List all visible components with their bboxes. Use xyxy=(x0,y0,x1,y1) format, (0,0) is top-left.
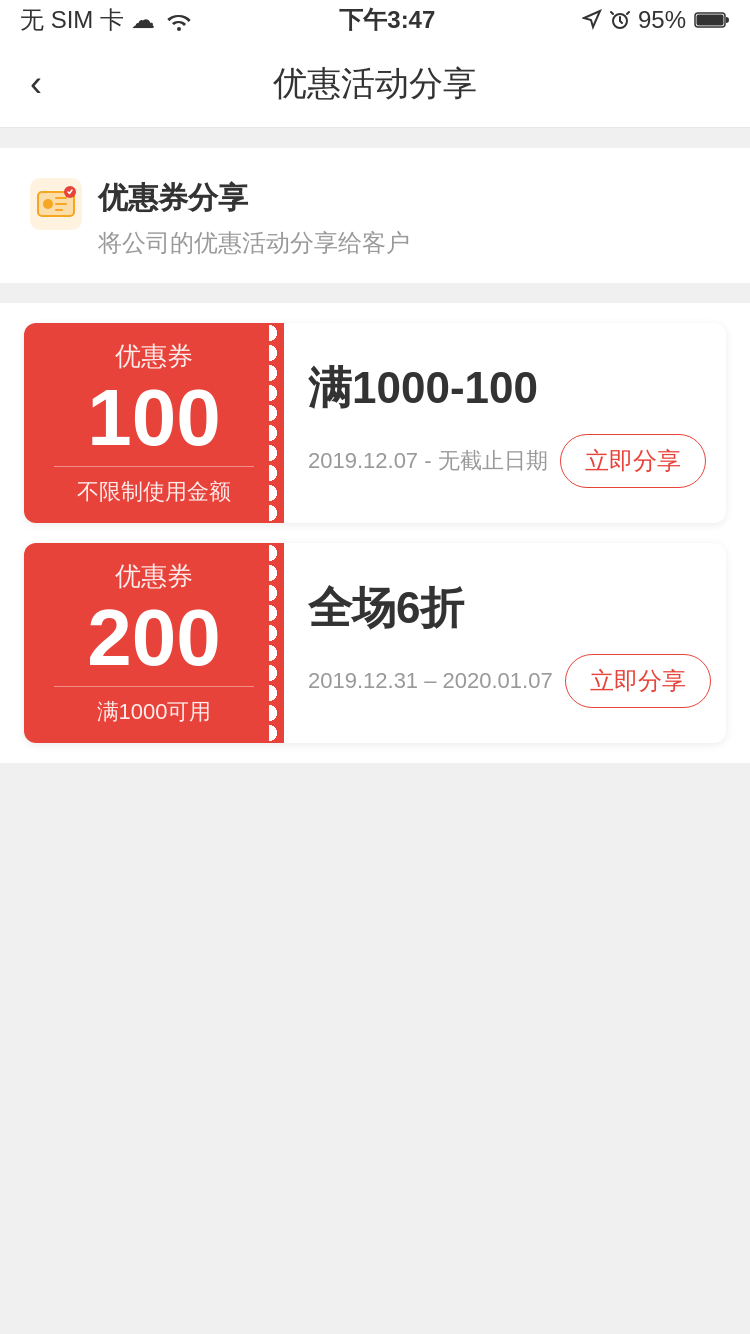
wifi-icon xyxy=(165,9,193,31)
coupon-divider-0 xyxy=(54,466,254,467)
page-title: 优惠活动分享 xyxy=(273,61,477,107)
battery-icon xyxy=(694,11,730,29)
coupon-right-1: 全场6折 2019.12.31 – 2020.01.07 立即分享 xyxy=(284,543,726,743)
coupon-list: 优惠券 100 不限制使用金额 满1000-100 2019.12.07 - 无… xyxy=(0,303,750,763)
coupon-label-0: 优惠券 xyxy=(115,339,193,374)
section-subtitle: 将公司的优惠活动分享给客户 xyxy=(98,227,410,259)
coupon-condition-0: 不限制使用金额 xyxy=(77,477,231,507)
share-button-1[interactable]: 立即分享 xyxy=(565,654,711,708)
status-bar-left: 无 SIM 卡 ☁ xyxy=(20,4,193,36)
back-button[interactable]: ‹ xyxy=(30,63,42,105)
coupon-left-1: 优惠券 200 满1000可用 xyxy=(24,543,284,743)
coupon-name-1: 全场6折 xyxy=(308,579,702,638)
svg-point-6 xyxy=(43,199,53,209)
coupon-name-0: 满1000-100 xyxy=(308,359,702,418)
coupon-item: 优惠券 200 满1000可用 全场6折 2019.12.31 – 2020.0… xyxy=(24,543,726,743)
coupon-divider-1 xyxy=(54,686,254,687)
coupon-date-1: 2019.12.31 – 2020.01.07 xyxy=(308,668,553,694)
coupon-date-0: 2019.12.07 - 无截止日期 xyxy=(308,446,548,476)
status-bar-time: 下午3:47 xyxy=(339,4,435,36)
status-bar-right: 95% xyxy=(582,6,730,34)
alarm-icon xyxy=(610,9,630,31)
coupon-amount-0: 100 xyxy=(87,378,220,458)
location-icon xyxy=(582,9,602,31)
coupon-share-icon xyxy=(30,178,82,230)
coupon-meta-1: 2019.12.31 – 2020.01.07 立即分享 xyxy=(308,654,702,708)
battery-label: 95% xyxy=(638,6,686,34)
coupon-item: 优惠券 100 不限制使用金额 满1000-100 2019.12.07 - 无… xyxy=(24,323,726,523)
svg-rect-2 xyxy=(696,15,723,26)
coupon-left-0: 优惠券 100 不限制使用金额 xyxy=(24,323,284,523)
nav-bar: ‹ 优惠活动分享 xyxy=(0,40,750,128)
no-sim-label: 无 SIM 卡 ☁ xyxy=(20,4,155,36)
section-header: 优惠券分享 将公司的优惠活动分享给客户 xyxy=(0,148,750,283)
section-title: 优惠券分享 xyxy=(98,178,410,219)
coupon-label-1: 优惠券 xyxy=(115,559,193,594)
share-button-0[interactable]: 立即分享 xyxy=(560,434,706,488)
status-bar: 无 SIM 卡 ☁ 下午3:47 95% xyxy=(0,0,750,40)
coupon-amount-1: 200 xyxy=(87,598,220,678)
background-fill xyxy=(0,763,750,1334)
coupon-meta-0: 2019.12.07 - 无截止日期 立即分享 xyxy=(308,434,702,488)
section-title-group: 优惠券分享 将公司的优惠活动分享给客户 xyxy=(98,178,410,259)
coupon-right-0: 满1000-100 2019.12.07 - 无截止日期 立即分享 xyxy=(284,323,726,523)
coupon-condition-1: 满1000可用 xyxy=(97,697,212,727)
